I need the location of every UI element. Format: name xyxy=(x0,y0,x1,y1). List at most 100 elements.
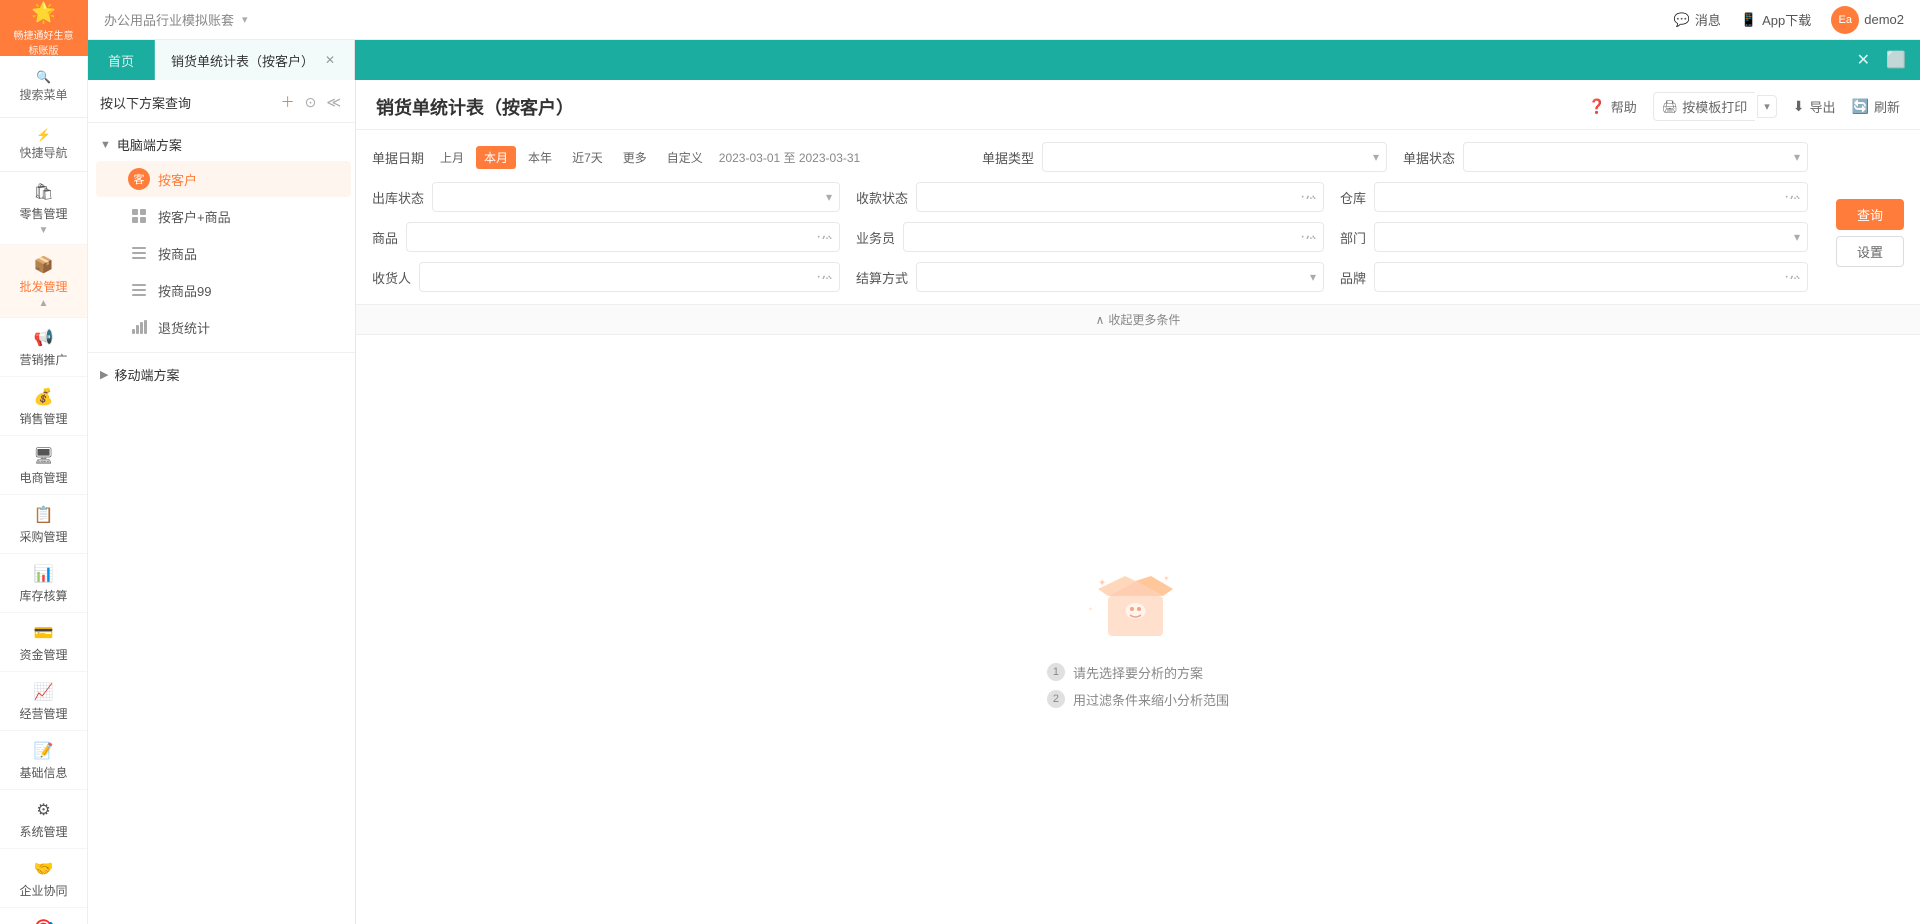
tab-home[interactable]: 首页 xyxy=(88,40,155,80)
filter-row-2: 出库状态 收款状态 ··· xyxy=(372,182,1904,212)
print-btn[interactable]: 🖨 按模板打印 xyxy=(1653,92,1756,121)
sales-icon: 💰 xyxy=(34,387,54,407)
tab-active[interactable]: 销货单统计表（按客户） ✕ xyxy=(155,40,355,80)
help-icon: ❓ xyxy=(1588,98,1605,115)
sidebar-item-inventory[interactable]: 📊 库存核算 xyxy=(0,554,87,613)
date-control: 上月 本月 本年 近7天 更多 自定义 2023-03-01 至 2023-03… xyxy=(432,146,966,169)
sidebar-item-ecommerce[interactable]: 🖥 电商管理 xyxy=(0,436,87,495)
brand-label: 品牌 xyxy=(1340,268,1366,287)
help-btn[interactable]: ❓ 帮助 xyxy=(1588,97,1636,116)
collapse-bar[interactable]: ∧ 收起更多条件 xyxy=(356,305,1920,335)
goods-input[interactable] xyxy=(406,222,840,252)
retail-icon: 🛍 xyxy=(33,182,53,202)
payment-status-label: 收款状态 xyxy=(856,188,908,207)
mobile-scheme-section: ▶ 移动端方案 xyxy=(88,352,355,396)
app-download-btn[interactable]: 📱 App下载 xyxy=(1741,10,1811,29)
add-scheme-btn[interactable]: ＋ xyxy=(279,90,297,114)
sidebar-item-marketing[interactable]: 📢 营销推广 xyxy=(0,318,87,377)
sidebar-item-sales[interactable]: 💰 销售管理 xyxy=(0,377,87,436)
sidebar-item-collaboration[interactable]: 🤝 企业协同 xyxy=(0,849,87,908)
shipping-status-label: 出库状态 xyxy=(372,188,424,207)
date-btn-last-month[interactable]: 上月 xyxy=(432,146,472,169)
export-btn[interactable]: ⬇ 导出 xyxy=(1793,97,1836,116)
shipping-status-select[interactable] xyxy=(432,182,840,212)
date-btn-custom[interactable]: 自定义 xyxy=(659,146,711,169)
settle-label: 结算方式 xyxy=(856,268,908,287)
sidebar-item-wholesale[interactable]: 📦 批发管理 ▲ xyxy=(0,245,87,318)
order-type-select[interactable] xyxy=(1042,142,1387,172)
mobile-section-header[interactable]: ▶ 移动端方案 xyxy=(88,359,355,390)
tab-restore-btn[interactable]: ⬜ xyxy=(1882,46,1910,74)
print-dropdown-btn[interactable]: ▾ xyxy=(1757,95,1777,118)
scheme-item-by-customer[interactable]: 客 按客户 xyxy=(96,161,351,197)
receiver-select-wrapper: ··· xyxy=(419,262,840,292)
avatar: Ea xyxy=(1831,6,1859,34)
sidebar-item-guide[interactable]: 🎯 新手引导 xyxy=(0,908,87,924)
query-btn[interactable]: 查询 xyxy=(1836,199,1904,230)
sidebar-item-system[interactable]: ⚙ 系统管理 xyxy=(0,790,87,849)
tabbar-actions: ✕ ⬜ xyxy=(1843,40,1920,80)
dept-select[interactable] xyxy=(1374,222,1808,252)
scheme-item-by-goods[interactable]: 按商品 xyxy=(96,235,351,271)
date-filter: 单据日期 上月 本月 本年 近7天 更多 自定义 2023-03-01 至 20… xyxy=(372,146,966,169)
staff-select-wrapper: ··· xyxy=(903,222,1324,252)
mobile-expand-arrow-icon: ▶ xyxy=(100,368,108,381)
warehouse-select-wrapper: ··· xyxy=(1374,182,1808,212)
retail-label: 零售管理 xyxy=(19,205,67,222)
receiver-input[interactable] xyxy=(419,262,840,292)
tab-home-label: 首页 xyxy=(108,51,134,70)
filter-row-1: 单据日期 上月 本月 本年 近7天 更多 自定义 2023-03-01 至 20… xyxy=(372,142,1904,172)
dept-select-wrapper xyxy=(1374,222,1808,252)
quick-nav-btn[interactable]: ⚡ 快捷导航 xyxy=(0,122,87,167)
by-customer-icon: 客 xyxy=(128,168,150,190)
desktop-section-header[interactable]: ▼ 电脑端方案 xyxy=(88,129,355,160)
sidebar-item-finance[interactable]: 💳 资金管理 xyxy=(0,613,87,672)
receiver-label: 收货人 xyxy=(372,268,411,287)
content-body: 按以下方案查询 ＋ ⊙ ≪ ▼ 电脑端方案 客 按客户 xyxy=(88,80,1920,924)
topbar-left: 办公用品行业模拟账套 ▾ xyxy=(104,10,248,29)
payment-status-input[interactable] xyxy=(916,182,1324,212)
setting-btn[interactable]: 设置 xyxy=(1836,236,1904,267)
date-btn-this-month[interactable]: 本月 xyxy=(476,146,516,169)
user-profile-btn[interactable]: Ea demo2 xyxy=(1831,6,1904,34)
payment-status-select-wrapper: ··· xyxy=(916,182,1324,212)
app-logo[interactable]: 🌟 畅捷通好生意 标账版 xyxy=(0,0,88,56)
sidebar-item-operations[interactable]: 📈 经营管理 xyxy=(0,672,87,731)
warehouse-input[interactable] xyxy=(1374,182,1808,212)
inventory-label: 库存核算 xyxy=(19,587,67,604)
date-buttons: 上月 本月 本年 近7天 更多 自定义 2023-03-01 至 2023-03… xyxy=(432,146,966,169)
warehouse-filter: 仓库 ··· xyxy=(1340,182,1808,212)
filter-area: 单据日期 上月 本月 本年 近7天 更多 自定义 2023-03-01 至 20… xyxy=(356,130,1920,305)
breadcrumb-dropdown-icon[interactable]: ▾ xyxy=(242,13,248,26)
date-btn-this-year[interactable]: 本年 xyxy=(520,146,560,169)
empty-tip-1: 1 请先选择要分析的方案 xyxy=(1047,663,1229,682)
brand-filter: 品牌 ··· xyxy=(1340,262,1808,292)
payment-status-filter: 收款状态 ··· xyxy=(856,182,1324,212)
brand-select-wrapper: ··· xyxy=(1374,262,1808,292)
sidebar-item-purchase[interactable]: 📋 采购管理 xyxy=(0,495,87,554)
scheme-item-by-customer-goods[interactable]: 按客户+商品 xyxy=(96,198,351,234)
tab-close-btn[interactable]: ✕ xyxy=(322,52,338,68)
message-btn[interactable]: 💬 消息 xyxy=(1674,10,1721,29)
sidebar-search-section: 🔍 搜索菜单 xyxy=(0,56,87,118)
edit-scheme-btn[interactable]: ⊙ xyxy=(303,92,319,113)
collaboration-label: 企业协同 xyxy=(19,882,67,899)
date-btn-more[interactable]: 更多 xyxy=(615,146,655,169)
collapse-panel-btn[interactable]: ≪ xyxy=(324,92,343,113)
marketing-icon: 📢 xyxy=(34,328,54,348)
refresh-btn[interactable]: 🔄 刷新 xyxy=(1852,97,1900,116)
search-menu-btn[interactable]: 🔍 搜索菜单 xyxy=(0,64,87,109)
sidebar-item-basic-info[interactable]: 📝 基础信息 xyxy=(0,731,87,790)
order-status-select[interactable] xyxy=(1463,142,1808,172)
tab-close-all-btn[interactable]: ✕ xyxy=(1853,46,1874,74)
staff-input[interactable] xyxy=(903,222,1324,252)
tip-text-2: 用过滤条件来缩小分析范围 xyxy=(1073,690,1229,709)
tip-num-2: 2 xyxy=(1047,690,1065,708)
date-btn-7days[interactable]: 近7天 xyxy=(564,146,611,169)
brand-input[interactable] xyxy=(1374,262,1808,292)
settle-select[interactable] xyxy=(916,262,1324,292)
scheme-item-return-stats[interactable]: 退货统计 xyxy=(96,309,351,345)
sidebar-item-retail[interactable]: 🛍 零售管理 ▼ xyxy=(0,172,87,245)
scheme-item-by-goods99[interactable]: 按商品99 xyxy=(96,272,351,308)
by-customer-goods-icon xyxy=(128,205,150,227)
